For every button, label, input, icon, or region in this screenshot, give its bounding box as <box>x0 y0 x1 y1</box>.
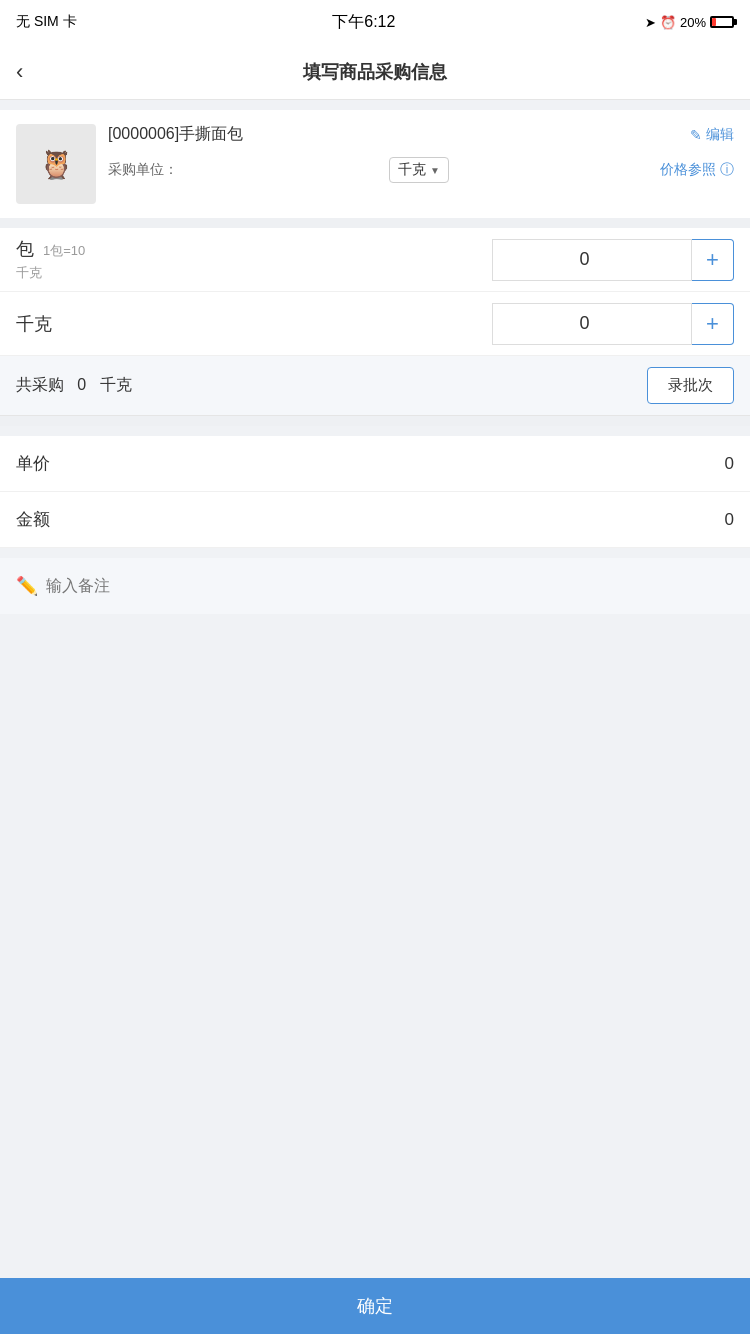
unit-price-label: 单价 <box>16 452 50 475</box>
section-divider-2 <box>0 416 750 426</box>
edit-button[interactable]: ✎ 编辑 <box>690 126 734 144</box>
back-button[interactable]: ‹ <box>16 59 23 85</box>
batch-record-button[interactable]: 录批次 <box>647 367 734 404</box>
edit-icon: ✎ <box>690 127 702 143</box>
unit-label-kg: 千克 <box>16 312 96 336</box>
no-sim-label: 无 SIM 卡 <box>16 13 77 31</box>
product-name-row: [0000006]手撕面包 ✎ 编辑 <box>108 124 734 145</box>
confirm-label: 确定 <box>357 1294 393 1318</box>
nav-bar: ‹ 填写商品采购信息 <box>0 44 750 100</box>
quantity-input-kg[interactable] <box>492 303 692 345</box>
quantity-input-bao[interactable] <box>492 239 692 281</box>
page-title: 填写商品采购信息 <box>303 60 447 84</box>
product-info: [0000006]手撕面包 ✎ 编辑 采购单位： 千克 ▼ 价格参照 ⓘ <box>108 124 734 183</box>
purchase-unit-row: 采购单位： 千克 ▼ 价格参照 ⓘ <box>108 157 734 183</box>
quantity-row-bao: 包 1包=10千克 + <box>0 228 750 292</box>
content-spacer <box>0 614 750 1278</box>
product-card: 🦉 [0000006]手撕面包 ✎ 编辑 采购单位： 千克 ▼ 价格参照 ⓘ <box>0 110 750 218</box>
price-section: 单价 0 金额 0 <box>0 436 750 548</box>
alarm-icon: ⏰ <box>660 15 676 30</box>
unit-select[interactable]: 千克 ▼ <box>389 157 449 183</box>
pencil-icon: ✏️ <box>16 575 38 597</box>
battery-percent: 20% <box>680 15 706 30</box>
product-image: 🦉 <box>16 124 96 204</box>
status-bar: 无 SIM 卡 下午6:12 ➤ ⏰ 20% <box>0 0 750 44</box>
amount-value: 0 <box>725 510 734 530</box>
purchase-unit-label: 采购单位： <box>108 161 178 179</box>
quantity-plus-bao[interactable]: + <box>692 239 734 281</box>
unit-price-value: 0 <box>725 454 734 474</box>
unit-price-row: 单价 0 <box>0 436 750 492</box>
status-right: ➤ ⏰ 20% <box>645 15 734 30</box>
remark-section[interactable]: ✏️ <box>0 558 750 614</box>
quantity-controls-kg: + <box>492 303 734 345</box>
quantity-controls-bao: + <box>492 239 734 281</box>
location-icon: ➤ <box>645 15 656 30</box>
product-name: [0000006]手撕面包 <box>108 124 243 145</box>
unit-label-bao: 包 1包=10千克 <box>16 237 96 282</box>
help-icon: ⓘ <box>720 161 734 179</box>
quantity-row-kg: 千克 + <box>0 292 750 356</box>
product-logo: 🦉 <box>39 148 74 181</box>
total-section: 共采购 0 千克 录批次 <box>0 356 750 416</box>
quantity-plus-kg[interactable]: + <box>692 303 734 345</box>
section-divider-1 <box>0 218 750 228</box>
status-left: 无 SIM 卡 <box>16 13 83 31</box>
status-time: 下午6:12 <box>332 12 395 33</box>
confirm-button[interactable]: 确定 <box>0 1278 750 1334</box>
unit-arrow-icon: ▼ <box>430 165 440 176</box>
quantity-section: 包 1包=10千克 + 千克 + <box>0 228 750 356</box>
battery-icon <box>710 16 734 28</box>
remark-input[interactable] <box>46 577 734 595</box>
price-reference-button[interactable]: 价格参照 ⓘ <box>660 161 734 179</box>
amount-row: 金额 0 <box>0 492 750 548</box>
amount-label: 金额 <box>16 508 50 531</box>
total-text: 共采购 0 千克 <box>16 375 132 396</box>
